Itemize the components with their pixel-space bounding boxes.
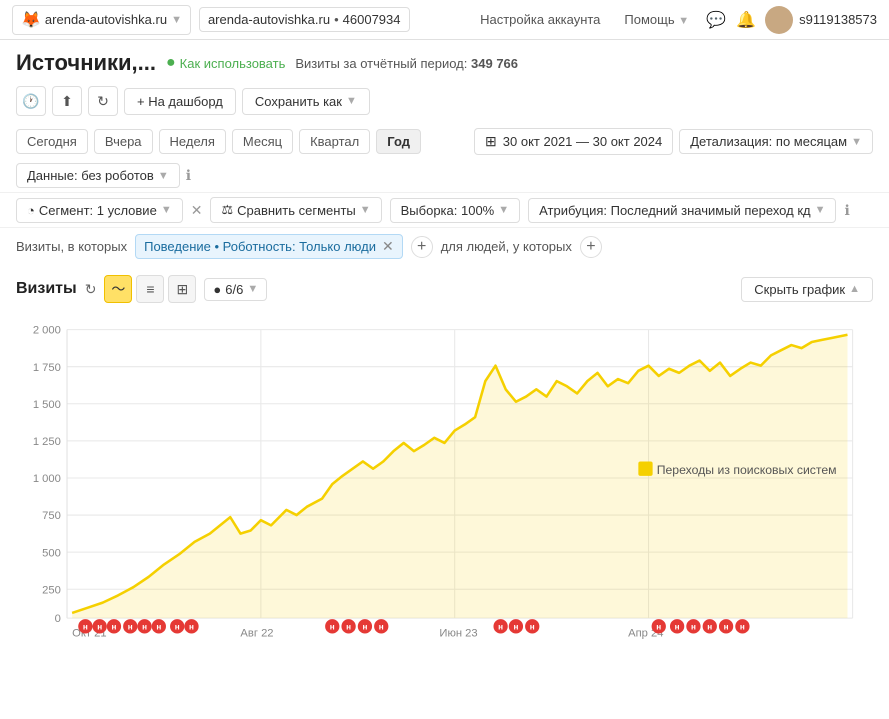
chart-svg: 2 000 1 750 1 500 1 250 1 000 750 500 25… bbox=[16, 309, 873, 649]
filter-label: Визиты, в которых bbox=[16, 239, 127, 254]
save-as-btn[interactable]: Сохранить как ▼ bbox=[242, 88, 370, 115]
chart-title: Визиты bbox=[16, 280, 77, 298]
svg-text:н: н bbox=[740, 622, 745, 631]
svg-text:500: 500 bbox=[42, 547, 61, 559]
date-range-picker[interactable]: ⊞ 30 окт 2021 — 30 окт 2024 bbox=[474, 128, 673, 155]
svg-text:н: н bbox=[330, 622, 335, 631]
username-label: s9119138573 bbox=[799, 12, 877, 27]
svg-text:1 000: 1 000 bbox=[33, 473, 61, 485]
svg-text:н: н bbox=[128, 622, 133, 631]
compare-segments-btn[interactable]: ⚖ Сравнить сегменты ▼ bbox=[210, 197, 381, 223]
svg-text:н: н bbox=[707, 622, 712, 631]
period-week[interactable]: Неделя bbox=[159, 129, 226, 154]
period-year[interactable]: Год bbox=[376, 129, 421, 154]
svg-text:750: 750 bbox=[42, 510, 61, 522]
site-selector-1[interactable]: 🦊 arenda-autovishka.ru ▼ bbox=[12, 5, 191, 35]
data-row: Данные: без роботов ▼ ℹ bbox=[0, 159, 889, 192]
data-robots-btn[interactable]: Данные: без роботов ▼ bbox=[16, 163, 180, 188]
svg-text:Авг 22: Авг 22 bbox=[240, 628, 273, 640]
period-quarter[interactable]: Квартал bbox=[299, 129, 370, 154]
period-yesterday[interactable]: Вчера bbox=[94, 129, 153, 154]
filter-tag-close-btn[interactable]: ✕ bbox=[382, 238, 394, 255]
svg-text:н: н bbox=[724, 622, 729, 631]
messages-icon[interactable]: 💬 bbox=[705, 9, 727, 31]
site-selector-2[interactable]: arenda-autovishka.ru • 46007934 bbox=[199, 7, 410, 32]
add-filter-btn[interactable]: + bbox=[411, 236, 433, 258]
svg-text:н: н bbox=[346, 622, 351, 631]
chart-refresh-icon[interactable]: ↻ bbox=[85, 281, 97, 298]
top-navigation: 🦊 arenda-autovishka.ru ▼ arenda-autovish… bbox=[0, 0, 889, 40]
data-info-icon[interactable]: ℹ bbox=[186, 167, 191, 184]
help-link[interactable]: Помощь ▼ bbox=[616, 12, 697, 27]
header-actions: 🕐 ⬆ ↻ + На дашборд Сохранить как ▼ bbox=[16, 86, 370, 116]
page-header: Источники,... ● Как использовать Визиты … bbox=[0, 40, 889, 124]
how-to-use-link[interactable]: ● Как использовать bbox=[166, 54, 285, 72]
svg-text:2 000: 2 000 bbox=[33, 325, 61, 337]
filter-people-label: для людей, у которых bbox=[441, 239, 572, 254]
svg-text:н: н bbox=[83, 622, 88, 631]
period-month[interactable]: Месяц bbox=[232, 129, 293, 154]
attribution-info-icon[interactable]: ℹ bbox=[844, 202, 849, 219]
site1-label: arenda-autovishka.ru bbox=[45, 12, 167, 27]
svg-text:н: н bbox=[189, 622, 194, 631]
segment-conditions-btn[interactable]: ◔ Сегмент: 1 условие ▼ bbox=[16, 198, 183, 223]
svg-text:н: н bbox=[362, 622, 367, 631]
attribution-btn[interactable]: Атрибуция: Последний значимый переход кд… bbox=[528, 198, 836, 223]
svg-text:н: н bbox=[530, 622, 535, 631]
svg-text:1 750: 1 750 bbox=[33, 362, 61, 374]
line-chart-btn[interactable]: 〜 bbox=[104, 275, 132, 303]
svg-text:н: н bbox=[111, 622, 116, 631]
add-to-dashboard-btn[interactable]: + На дашборд bbox=[124, 88, 236, 115]
svg-text:1 500: 1 500 bbox=[33, 399, 61, 411]
table-chart-btn[interactable]: ⊞ bbox=[168, 275, 196, 303]
refresh-icon-btn[interactable]: ↻ bbox=[88, 86, 118, 116]
svg-text:н: н bbox=[97, 622, 102, 631]
filter-row: Визиты, в которых Поведение • Роботность… bbox=[0, 228, 889, 265]
clock-icon-btn[interactable]: 🕐 bbox=[16, 86, 46, 116]
svg-text:н: н bbox=[379, 622, 384, 631]
svg-text:Переходы из поисковых систем: Переходы из поисковых систем bbox=[657, 463, 837, 477]
user-menu[interactable]: s9119138573 bbox=[765, 6, 877, 34]
series-count-btn[interactable]: ● 6/6 ▼ bbox=[204, 278, 267, 301]
sample-btn[interactable]: Выборка: 100% ▼ bbox=[390, 198, 521, 223]
bar-chart-btn[interactable]: ≡ bbox=[136, 275, 164, 303]
svg-text:н: н bbox=[156, 622, 161, 631]
detail-selector[interactable]: Детализация: по месяцам ▼ bbox=[679, 129, 873, 154]
svg-text:250: 250 bbox=[42, 584, 61, 596]
chart-area: 2 000 1 750 1 500 1 250 1 000 750 500 25… bbox=[16, 309, 873, 649]
filter-tag-behavior: Поведение • Роботность: Только люди ✕ bbox=[135, 234, 403, 259]
add-people-filter-btn[interactable]: + bbox=[580, 236, 602, 258]
page-title: Источники,... bbox=[16, 50, 156, 76]
segment-close-btn[interactable]: ✕ bbox=[191, 202, 203, 219]
svg-text:н: н bbox=[675, 622, 680, 631]
segment-row: ◔ Сегмент: 1 условие ▼ ✕ ⚖ Сравнить сегм… bbox=[0, 192, 889, 228]
svg-text:Июн 23: Июн 23 bbox=[439, 628, 477, 640]
settings-link[interactable]: Настройка аккаунта bbox=[472, 12, 608, 27]
hide-chart-btn[interactable]: Скрыть график ▲ bbox=[741, 277, 873, 302]
svg-text:н: н bbox=[513, 622, 518, 631]
svg-text:0: 0 bbox=[55, 613, 61, 625]
site-id-label: 46007934 bbox=[343, 12, 401, 27]
svg-text:н: н bbox=[656, 622, 661, 631]
visits-count-label: Визиты за отчётный период: 349 766 bbox=[295, 56, 518, 71]
period-today[interactable]: Сегодня bbox=[16, 129, 88, 154]
share-icon-btn[interactable]: ⬆ bbox=[52, 86, 82, 116]
svg-text:н: н bbox=[142, 622, 147, 631]
site2-label: arenda-autovishka.ru bbox=[208, 12, 330, 27]
chart-header: Визиты ↻ 〜 ≡ ⊞ ● 6/6 ▼ Скрыть график ▲ bbox=[0, 265, 889, 309]
avatar bbox=[765, 6, 793, 34]
svg-text:1 250: 1 250 bbox=[33, 436, 61, 448]
notifications-icon[interactable]: 🔔 bbox=[735, 9, 757, 31]
svg-text:н: н bbox=[498, 622, 503, 631]
svg-text:н: н bbox=[691, 622, 696, 631]
date-controls: Сегодня Вчера Неделя Месяц Квартал Год ⊞… bbox=[0, 124, 889, 159]
svg-text:н: н bbox=[175, 622, 180, 631]
chart-tools: 〜 ≡ ⊞ bbox=[104, 275, 196, 303]
